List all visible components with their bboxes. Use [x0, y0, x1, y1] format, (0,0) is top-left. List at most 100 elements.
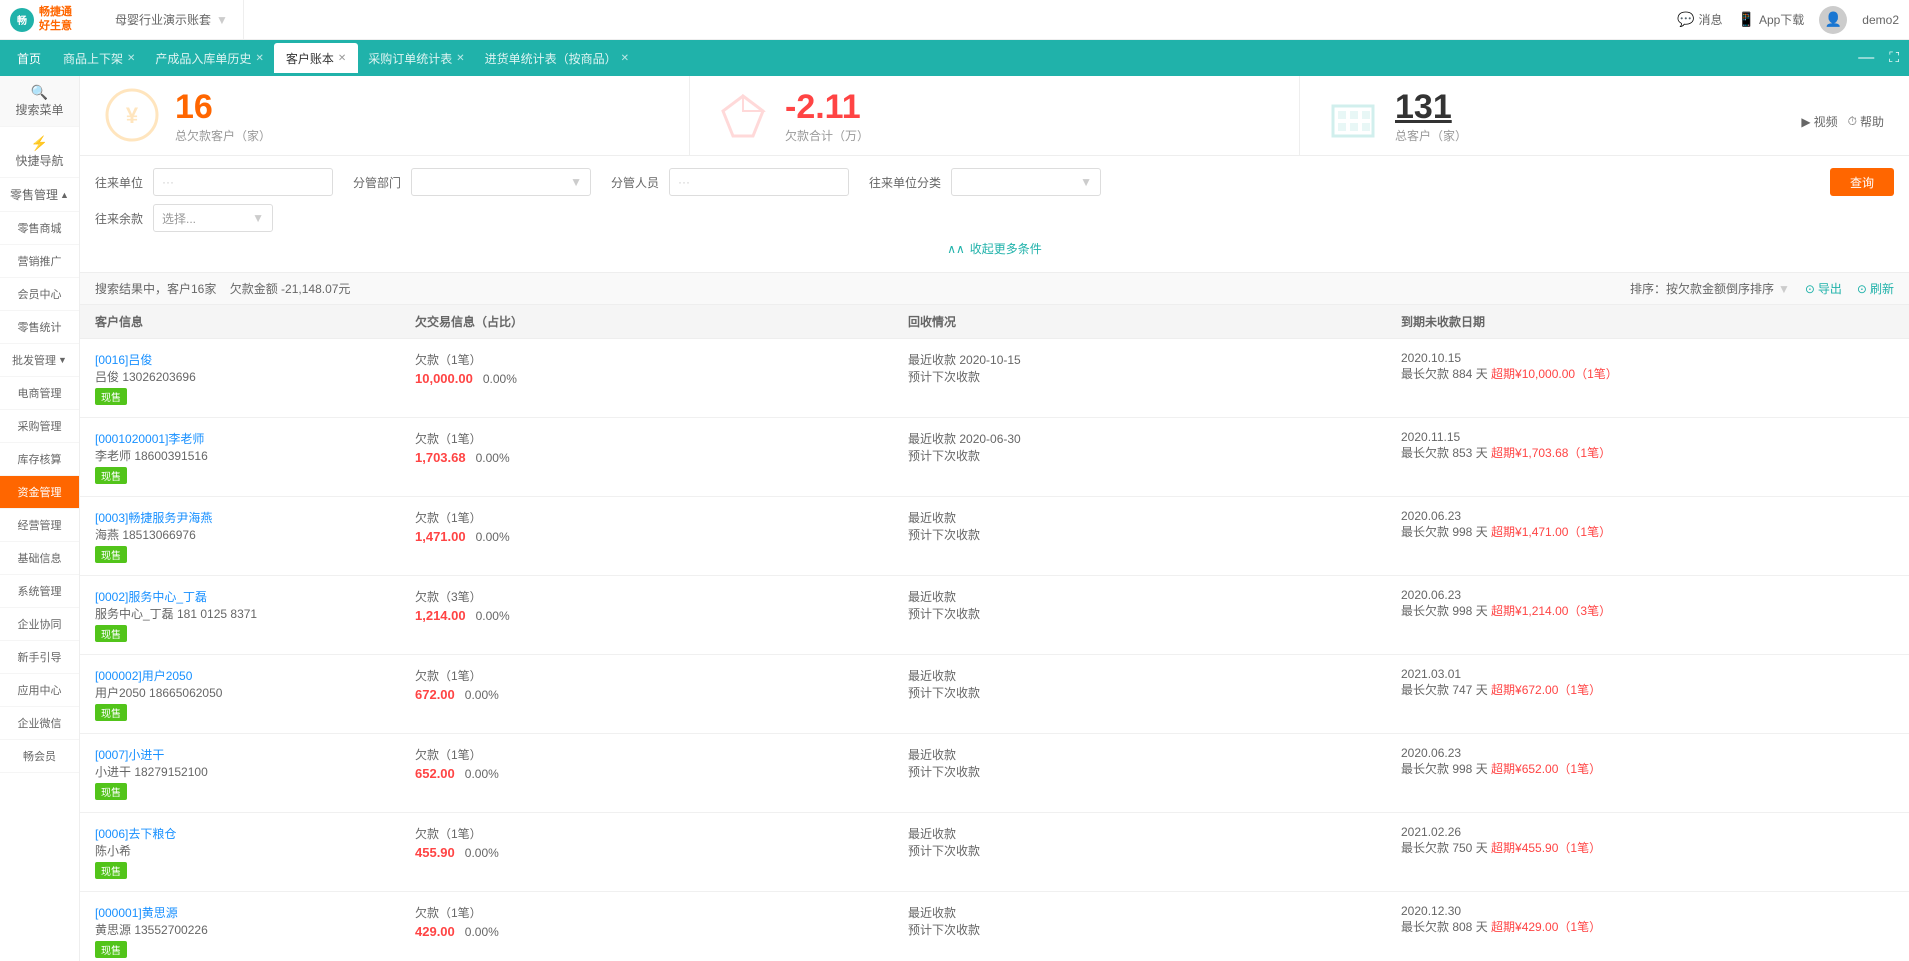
export-label: 导出: [1818, 280, 1842, 297]
sidebar-item-finance[interactable]: 资金管理: [0, 476, 79, 509]
download-btn[interactable]: 📱 App下载: [1738, 11, 1805, 28]
quick-nav[interactable]: ⚡ 快捷导航: [0, 127, 79, 178]
tab-product-history-label: 产成品入库单历史: [155, 50, 251, 67]
filter-unit-category-input[interactable]: ▼: [951, 168, 1101, 196]
customer-info-col: [0003]畅捷服务尹海燕 海燕 18513066976 现售: [95, 509, 415, 563]
duedate-col: 2020.06.23 最长欠款 998 天 超期¥1,471.00（1笔）: [1401, 509, 1894, 540]
sidebar-item-retail-mgmt[interactable]: 零售管理 ▲: [0, 178, 79, 212]
filter-department-input[interactable]: ▼: [411, 168, 591, 196]
duedate-col: 2020.06.23 最长欠款 998 天 超期¥1,214.00（3笔）: [1401, 588, 1894, 619]
customer-name-link[interactable]: [000001]黄思源: [95, 906, 178, 920]
tab-customer-account-close[interactable]: ✕: [338, 53, 346, 64]
message-btn[interactable]: 💬 消息: [1677, 11, 1722, 28]
search-menu[interactable]: 🔍 搜索菜单: [0, 76, 79, 127]
stat-total-customers-label: 总客户（家）: [1395, 127, 1467, 144]
sort-selector[interactable]: 排序：按欠款金额倒序排序 ▼: [1630, 280, 1790, 297]
sidebar-item-member[interactable]: 会员中心: [0, 278, 79, 311]
overdue-link[interactable]: 超期¥429.00（1笔）: [1491, 920, 1601, 934]
sidebar-item-apps[interactable]: 应用中心: [0, 674, 79, 707]
table-row: [0002]服务中心_丁磊 服务中心_丁磊 181 0125 8371 现售 欠…: [80, 576, 1909, 655]
tab-purchase-order-close[interactable]: ✕: [456, 53, 464, 64]
tab-product-shelf[interactable]: 商品上下架 ✕: [53, 43, 145, 73]
collapse-more[interactable]: ∧∧ 收起更多条件: [95, 237, 1894, 260]
payment-col: 最近收款 预计下次收款: [908, 667, 1401, 701]
col-header-payment: 回收情况: [908, 313, 1401, 330]
customer-name-link[interactable]: [0006]去下粮仓: [95, 827, 176, 841]
overdue-link[interactable]: 超期¥672.00（1笔）: [1491, 683, 1601, 697]
export-btn[interactable]: ⊙ 导出: [1805, 280, 1842, 297]
sidebar-item-retail-stats[interactable]: 零售统计: [0, 311, 79, 344]
video-icon: ▶: [1801, 115, 1810, 129]
video-btn[interactable]: ▶ 视频: [1801, 113, 1837, 130]
company-arrow: ▼: [216, 13, 228, 27]
refresh-btn[interactable]: ⊙ 刷新: [1857, 280, 1894, 297]
debt-info-col: 欠款（1笔） 672.00 0.00%: [415, 667, 908, 702]
tab-customer-account[interactable]: 客户账本 ✕: [274, 43, 358, 73]
collapse-arrow: ∧∧: [947, 242, 965, 256]
tab-product-history-close[interactable]: ✕: [255, 53, 263, 64]
customer-name-link[interactable]: [000002]用户2050: [95, 669, 192, 683]
stat-debt-amount-number: -2.11: [785, 88, 869, 127]
debt-percent: 0.00%: [483, 372, 517, 386]
quick-nav-label: 快捷导航: [5, 152, 74, 169]
sidebar-item-marketing[interactable]: 营销推广: [0, 245, 79, 278]
sidebar-item-ecommerce[interactable]: 电商管理: [0, 377, 79, 410]
sidebar-item-wechat[interactable]: 企业微信: [0, 707, 79, 740]
tab-home[interactable]: 首页: [5, 43, 53, 73]
tab-bar-shrink[interactable]: —: [1853, 49, 1879, 67]
tab-purchase-stats-close[interactable]: ✕: [621, 53, 629, 64]
company-name: 母婴行业演示账套: [115, 11, 211, 28]
filter-manager-input[interactable]: ···: [669, 168, 849, 196]
company-selector[interactable]: 母婴行业演示账套 ▼: [100, 0, 244, 39]
tab-purchase-order[interactable]: 采购订单统计表 ✕: [358, 43, 474, 73]
debt-amount: 10,000.00: [415, 371, 473, 386]
debt-info-col: 欠款（1笔） 429.00 0.00%: [415, 904, 908, 939]
customer-phone: 李老师 18600391516: [95, 447, 415, 464]
overdue-link[interactable]: 超期¥1,703.68（1笔）: [1491, 446, 1611, 460]
duedate-col: 2020.10.15 最长欠款 884 天 超期¥10,000.00（1笔）: [1401, 351, 1894, 382]
customer-name-link[interactable]: [0007]小进干: [95, 748, 164, 762]
filter-balance-label: 往来余款: [95, 210, 143, 227]
stat-debt-amount-label: 欠款合计（万）: [785, 127, 869, 144]
overdue-link[interactable]: 超期¥1,471.00（1笔）: [1491, 525, 1611, 539]
customer-name-link[interactable]: [0003]畅捷服务尹海燕: [95, 511, 212, 525]
sidebar-item-system[interactable]: 系统管理: [0, 575, 79, 608]
customer-name-link[interactable]: [0002]服务中心_丁磊: [95, 590, 207, 604]
sidebar-item-inventory[interactable]: 库存核算: [0, 443, 79, 476]
query-button[interactable]: 查询: [1830, 168, 1894, 196]
customer-info-col: [0016]吕俊 吕俊 13026203696 现售: [95, 351, 415, 405]
sidebar-item-enterprise[interactable]: 企业协同: [0, 608, 79, 641]
stat-debt-customers-label: 总欠款客户（家）: [175, 127, 271, 144]
stat-debt-customers-number: 16: [175, 88, 271, 127]
tab-product-history[interactable]: 产成品入库单历史 ✕: [145, 43, 273, 73]
customer-info-col: [000002]用户2050 用户2050 18665062050 现售: [95, 667, 415, 721]
duedate-col: 2021.02.26 最长欠款 750 天 超期¥455.90（1笔）: [1401, 825, 1894, 856]
tab-bar-expand[interactable]: ⛶: [1884, 49, 1904, 67]
message-icon: 💬: [1677, 11, 1694, 28]
sidebar-item-business[interactable]: 经营管理: [0, 509, 79, 542]
sidebar-item-basic[interactable]: 基础信息: [0, 542, 79, 575]
overdue-link[interactable]: 超期¥1,214.00（3笔）: [1491, 604, 1611, 618]
filter-balance-select[interactable]: 选择...▼: [153, 204, 273, 232]
customer-name-link[interactable]: [0001020001]李老师: [95, 432, 204, 446]
help-label: 帮助: [1860, 113, 1884, 130]
tab-product-shelf-close[interactable]: ✕: [127, 53, 135, 64]
filter-from-unit-input[interactable]: ···: [153, 168, 333, 196]
filter-department-label: 分管部门: [353, 174, 401, 191]
sidebar-item-purchase[interactable]: 采购管理: [0, 410, 79, 443]
overdue-link[interactable]: 超期¥10,000.00（1笔）: [1491, 367, 1618, 381]
help-btn[interactable]: ⏱ 帮助: [1848, 113, 1884, 130]
sidebar-item-batch-mgmt[interactable]: 批发管理▼: [0, 344, 79, 377]
user-avatar[interactable]: 👤: [1819, 6, 1847, 34]
sidebar-item-retail-store[interactable]: 零售商城: [0, 212, 79, 245]
customer-info-col: [0007]小进干 小进干 18279152100 现售: [95, 746, 415, 800]
filter-manager-label: 分管人员: [611, 174, 659, 191]
sort-label: 排序：按欠款金额倒序排序: [1630, 280, 1774, 297]
message-label: 消息: [1698, 11, 1722, 28]
overdue-link[interactable]: 超期¥455.90（1笔）: [1491, 841, 1601, 855]
sidebar-item-guide[interactable]: 新手引导: [0, 641, 79, 674]
customer-name-link[interactable]: [0016]吕俊: [95, 353, 152, 367]
tab-purchase-stats[interactable]: 进货单统计表（按商品） ✕: [475, 43, 639, 73]
sidebar-item-vip[interactable]: 畅会员: [0, 740, 79, 773]
overdue-link[interactable]: 超期¥652.00（1笔）: [1491, 762, 1601, 776]
